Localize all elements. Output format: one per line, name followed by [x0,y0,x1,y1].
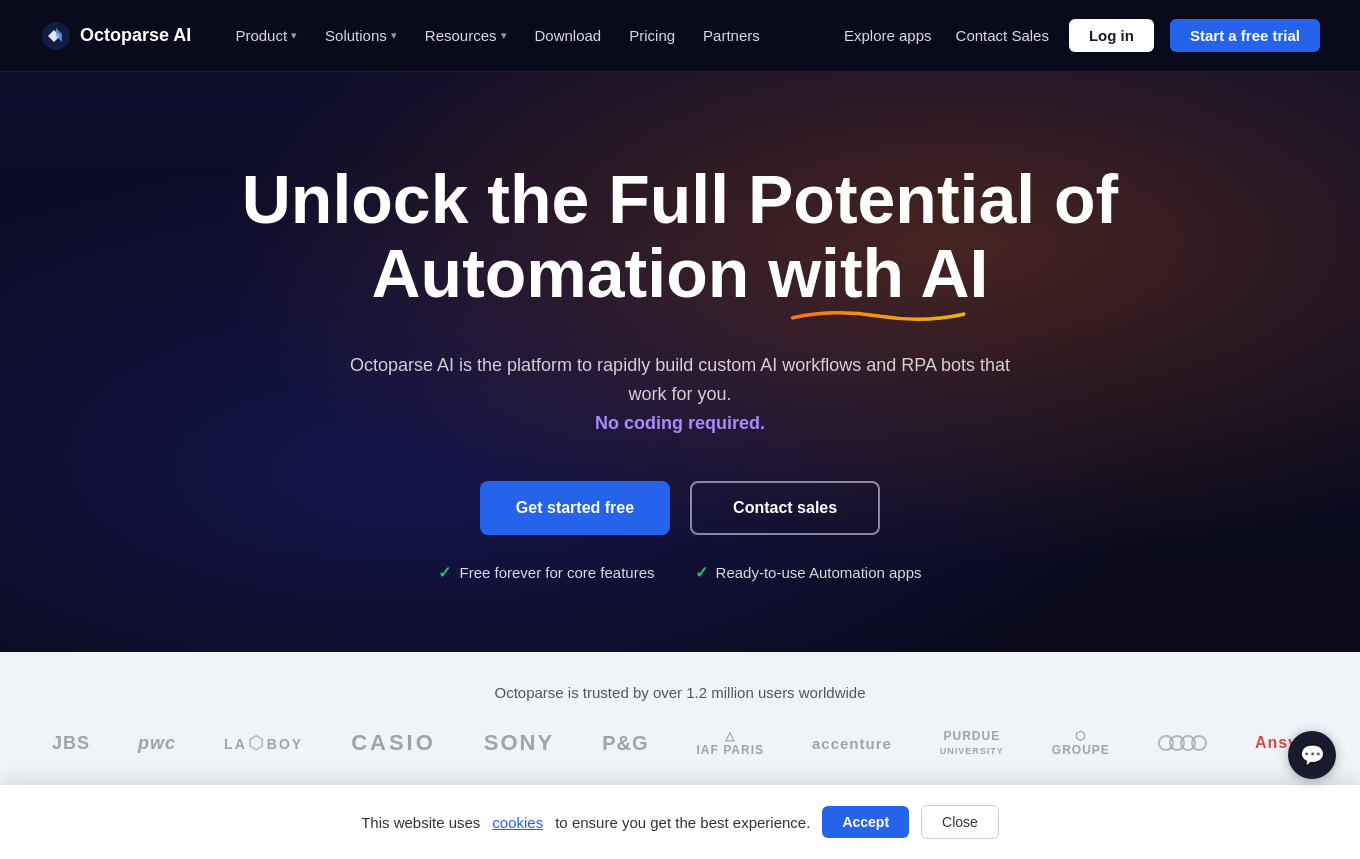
hero-section: Unlock the Full Potential of Automation … [0,72,1360,652]
close-cookie-button[interactable]: Close [921,805,999,839]
nav-download[interactable]: Download [523,19,614,52]
logo[interactable]: Octoparse AI [40,20,191,52]
brand-iafparis: △IAF PARIS [697,729,764,758]
checkmark-icon: ✓ [695,563,708,582]
no-coding-text: No coding required. [595,413,765,433]
chat-button[interactable]: 💬 [1288,731,1336,779]
check-free: ✓ Free forever for core features [438,563,654,582]
brand-logos: JBS pwc LA⬡BOY CASIO SONY P&G △IAF PARIS… [40,729,1320,758]
trusted-text: Octoparse is trusted by over 1.2 million… [40,684,1320,701]
logo-icon [40,20,72,52]
cookies-link[interactable]: cookies [492,814,543,831]
logo-text: Octoparse AI [80,25,191,46]
nav-right: Explore apps Contact Sales Log in Start … [840,19,1320,52]
login-button[interactable]: Log in [1069,19,1154,52]
get-started-button[interactable]: Get started free [480,481,670,535]
explore-apps-link[interactable]: Explore apps [840,19,936,52]
nav-product[interactable]: Product ▾ [223,19,309,52]
hero-buttons: Get started free Contact sales [480,481,880,535]
chevron-down-icon: ▾ [501,29,507,42]
nav-pricing[interactable]: Pricing [617,19,687,52]
contact-sales-button[interactable]: Contact sales [690,481,880,535]
accept-button[interactable]: Accept [822,806,909,838]
chat-icon: 💬 [1300,743,1325,767]
cookie-text: This website uses [361,814,480,831]
nav-left: Octoparse AI Product ▾ Solutions ▾ Resou… [40,19,772,52]
cookie-text2: to ensure you get the best experience. [555,814,810,831]
brand-jbs: JBS [52,733,90,754]
start-trial-button[interactable]: Start a free trial [1170,19,1320,52]
navbar: Octoparse AI Product ▾ Solutions ▾ Resou… [0,0,1360,72]
nav-partners[interactable]: Partners [691,19,772,52]
check-apps: ✓ Ready-to-use Automation apps [695,563,922,582]
cookie-banner: This website uses cookies to ensure you … [0,785,1360,859]
with-ai-text: with AI [768,236,988,311]
brand-pg: P&G [602,732,648,755]
brand-audi [1158,735,1207,751]
brand-casio: CASIO [351,730,436,756]
brand-groupe: ⬡GROUPE [1052,729,1110,757]
checkmark-icon: ✓ [438,563,451,582]
trusted-section: Octoparse is trusted by over 1.2 million… [0,652,1360,798]
hero-checks: ✓ Free forever for core features ✓ Ready… [438,563,921,582]
contact-sales-link[interactable]: Contact Sales [952,19,1053,52]
nav-links: Product ▾ Solutions ▾ Resources ▾ Downlo… [223,19,771,52]
brand-lazboy: LA⬡BOY [224,732,303,754]
brand-purdue: PURDUEUNIVERSITY [940,729,1004,757]
brand-pwc: pwc [138,733,176,754]
chevron-down-icon: ▾ [391,29,397,42]
hero-subtitle: Octoparse AI is the platform to rapidly … [340,351,1020,437]
nav-solutions[interactable]: Solutions ▾ [313,19,409,52]
nav-resources[interactable]: Resources ▾ [413,19,519,52]
chevron-down-icon: ▾ [291,29,297,42]
hero-headline: Unlock the Full Potential of Automation … [242,162,1118,312]
underline-decoration [768,307,988,325]
brand-sony: SONY [484,730,554,756]
brand-accenture: accenture [812,735,892,752]
